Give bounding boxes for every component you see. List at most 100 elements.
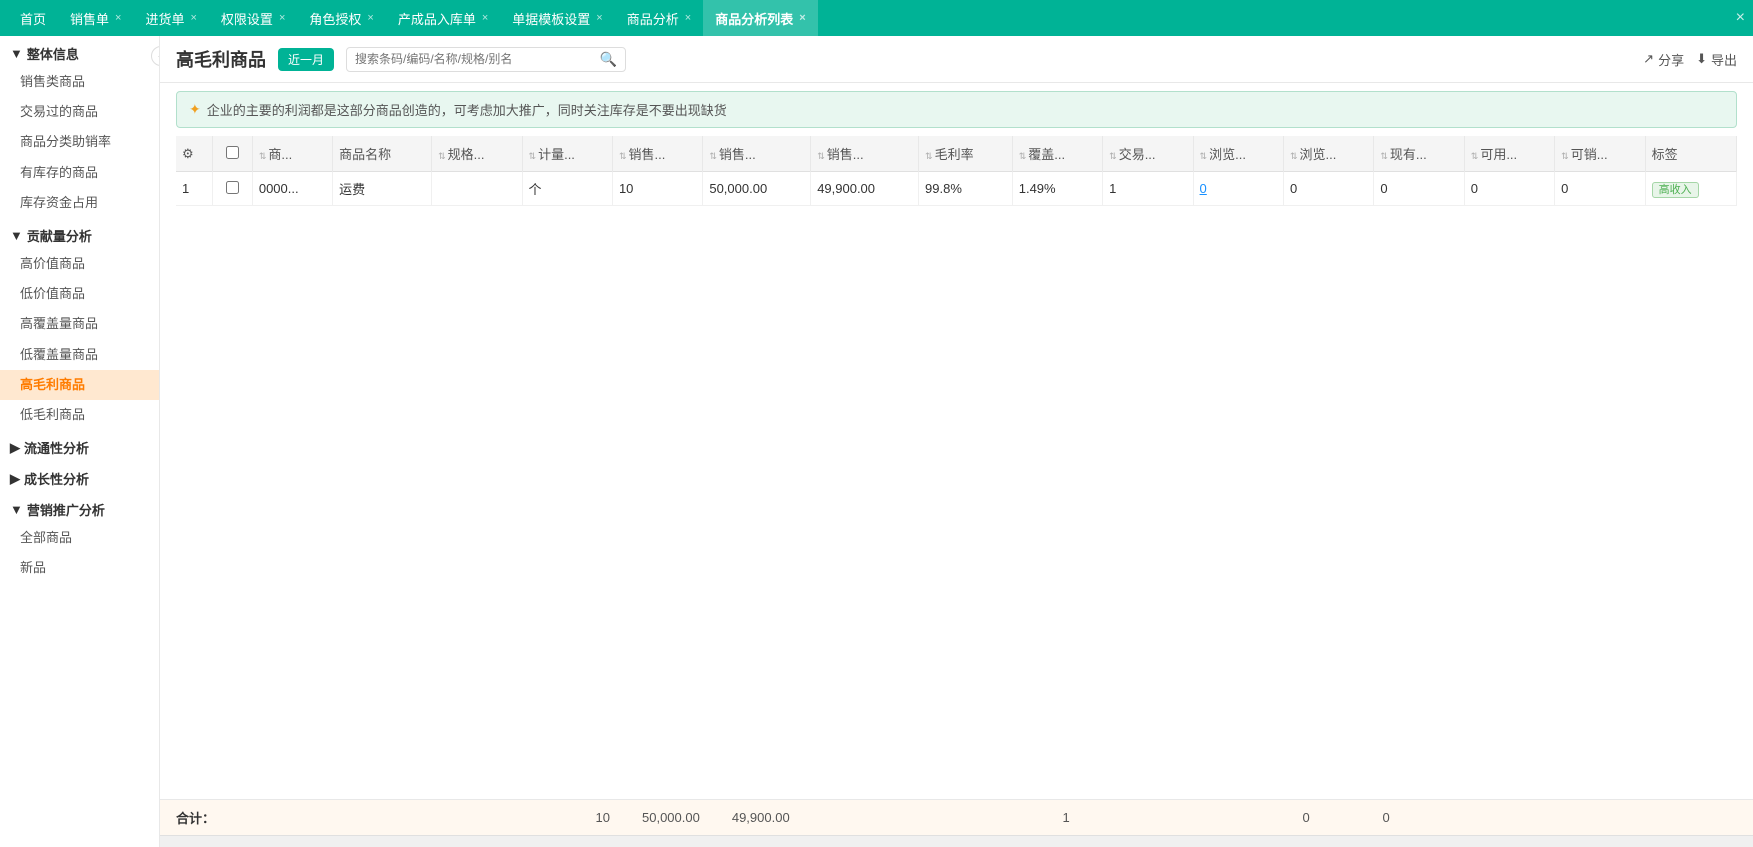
sidebar-group-contribution[interactable]: ▼ 贡献量分析: [0, 218, 159, 249]
row-unit: 个: [522, 172, 612, 206]
sidebar-item-high-value[interactable]: 高价值商品: [0, 249, 159, 279]
info-banner-text: 企业的主要的利润都是这部分商品创造的，可考虑加大推广，同时关注库存是不要出现缺货: [207, 100, 727, 119]
col-spec[interactable]: ⇅规格...: [432, 136, 522, 172]
sidebar-group-growth-label: 成长性分析: [24, 469, 89, 488]
col-view1[interactable]: ⇅浏览...: [1193, 136, 1283, 172]
tab-analysis-close[interactable]: ×: [685, 12, 691, 24]
sort-icon-unit: ⇅: [529, 151, 537, 162]
sidebar-item-new-products[interactable]: 新品: [0, 553, 159, 583]
sidebar-group-liquidity[interactable]: ▶ 流通性分析: [0, 430, 159, 461]
sidebar-group-marketing-label: 营销推广分析: [27, 500, 105, 519]
col-checkbox[interactable]: [213, 136, 253, 172]
row-sellable: 0: [1555, 172, 1645, 206]
content-header: 高毛利商品 近一月 🔍 ↗ 分享 ⬇ 导出: [160, 36, 1753, 83]
chevron-right-icon: ▶: [10, 440, 20, 456]
sidebar-item-low-value[interactable]: 低价值商品: [0, 279, 159, 309]
search-input[interactable]: [355, 52, 600, 66]
sidebar-item-in-stock-products[interactable]: 有库存的商品: [0, 158, 159, 188]
tab-inbound-close[interactable]: ×: [482, 12, 488, 24]
row-checkbox[interactable]: [226, 181, 239, 194]
col-coverage[interactable]: ⇅覆盖...: [1012, 136, 1102, 172]
sidebar-group-growth[interactable]: ▶ 成长性分析: [0, 461, 159, 492]
footer-available: 0: [1336, 810, 1396, 825]
sidebar-item-high-coverage[interactable]: 高覆盖量商品: [0, 309, 159, 339]
sidebar: « ▼ 整体信息 销售类商品 交易过的商品 商品分类助销率 有库存的商品 库存资…: [0, 36, 160, 847]
row-sales-amount: 50,000.00: [703, 172, 811, 206]
sidebar-item-high-margin[interactable]: 高毛利商品: [0, 370, 159, 400]
tab-purchase-close[interactable]: ×: [190, 12, 196, 24]
export-label: 导出: [1711, 50, 1737, 69]
sidebar-group-overall[interactable]: ▼ 整体信息: [0, 36, 159, 67]
header-actions: ↗ 分享 ⬇ 导出: [1643, 50, 1737, 69]
tab-sales-close[interactable]: ×: [115, 12, 121, 24]
tab-home[interactable]: 首页: [8, 0, 58, 36]
col-available[interactable]: ⇅可用...: [1464, 136, 1554, 172]
sort-icon-stock: ⇅: [1380, 151, 1388, 162]
row-checkbox-cell[interactable]: [213, 172, 253, 206]
table-wrapper: ⚙ ⇅商... 商品名称 ⇅规格... ⇅计量... ⇅销售... ⇅销售...…: [160, 136, 1753, 799]
sort-icon-amount: ⇅: [709, 151, 717, 162]
col-settings[interactable]: ⚙: [176, 136, 213, 172]
sort-icon-available: ⇅: [1471, 151, 1479, 162]
tab-template[interactable]: 单据模板设置 ×: [500, 0, 614, 36]
share-icon: ↗: [1643, 51, 1654, 67]
export-icon: ⬇: [1696, 51, 1707, 67]
tab-role-label: 角色授权: [309, 9, 361, 28]
col-tag[interactable]: 标签: [1645, 136, 1736, 172]
table-row: 1 0000... 运费 个 10 50,000.00 49,900.00 99…: [176, 172, 1737, 206]
col-view2[interactable]: ⇅浏览...: [1283, 136, 1373, 172]
sort-icon: ⇅: [259, 151, 267, 162]
col-gross-margin[interactable]: ⇅毛利率: [919, 136, 1013, 172]
tab-analysis[interactable]: 商品分析 ×: [615, 0, 703, 36]
content-area: 高毛利商品 近一月 🔍 ↗ 分享 ⬇ 导出 ✦ 企业的主要的利润都是这部分商品创…: [160, 36, 1753, 847]
sidebar-item-category-sales-rate[interactable]: 商品分类助销率: [0, 127, 159, 157]
close-all-tabs-button[interactable]: ×: [1736, 9, 1745, 27]
sidebar-item-stock-capital[interactable]: 库存资金占用: [0, 188, 159, 218]
tab-role-close[interactable]: ×: [367, 12, 373, 24]
sort-icon-sellable: ⇅: [1561, 151, 1569, 162]
col-current-stock[interactable]: ⇅现有...: [1374, 136, 1464, 172]
filter-recent-month-button[interactable]: 近一月: [278, 48, 334, 71]
tab-role[interactable]: 角色授权 ×: [297, 0, 385, 36]
tab-analysis-list-close[interactable]: ×: [799, 12, 805, 24]
row-view2: 0: [1283, 172, 1373, 206]
col-sellable[interactable]: ⇅可销...: [1555, 136, 1645, 172]
col-name[interactable]: 商品名称: [333, 136, 432, 172]
sort-icon-trade: ⇅: [1109, 151, 1117, 162]
row-gross-margin: 99.8%: [919, 172, 1013, 206]
col-sales-cost[interactable]: ⇅销售...: [811, 136, 919, 172]
info-banner: ✦ 企业的主要的利润都是这部分商品创造的，可考虑加大推广，同时关注库存是不要出现…: [176, 91, 1737, 128]
sidebar-item-low-coverage[interactable]: 低覆盖量商品: [0, 340, 159, 370]
col-trade[interactable]: ⇅交易...: [1103, 136, 1193, 172]
tab-permission-label: 权限设置: [221, 9, 273, 28]
share-button[interactable]: ↗ 分享: [1643, 50, 1684, 69]
tab-inbound-label: 产成品入库单: [398, 9, 476, 28]
sidebar-group-marketing[interactable]: ▼ 营销推广分析: [0, 492, 159, 523]
select-all-checkbox[interactable]: [226, 146, 239, 159]
tab-purchase[interactable]: 进货单 ×: [133, 0, 208, 36]
tab-permission-close[interactable]: ×: [279, 12, 285, 24]
row-name: 运费: [333, 172, 432, 206]
sidebar-item-low-margin[interactable]: 低毛利商品: [0, 400, 159, 430]
info-icon: ✦: [189, 101, 201, 118]
sidebar-item-all-products[interactable]: 全部商品: [0, 523, 159, 553]
tab-analysis-list[interactable]: 商品分析列表 ×: [703, 0, 817, 36]
row-current-stock: 0: [1374, 172, 1464, 206]
col-sku-code[interactable]: ⇅商...: [252, 136, 332, 172]
col-sales-qty[interactable]: ⇅销售...: [612, 136, 702, 172]
col-unit[interactable]: ⇅计量...: [522, 136, 612, 172]
row-view1[interactable]: 0: [1193, 172, 1283, 206]
horizontal-scrollbar[interactable]: [160, 835, 1753, 847]
sidebar-item-traded-products[interactable]: 交易过的商品: [0, 97, 159, 127]
sidebar-item-sales-products[interactable]: 销售类商品: [0, 67, 159, 97]
tab-sales[interactable]: 销售单 ×: [58, 0, 133, 36]
export-button[interactable]: ⬇ 导出: [1696, 50, 1737, 69]
tab-template-close[interactable]: ×: [596, 12, 602, 24]
sort-icon-view2: ⇅: [1290, 151, 1298, 162]
row-sku-code: 0000...: [252, 172, 332, 206]
col-sales-amount[interactable]: ⇅销售...: [703, 136, 811, 172]
tab-analysis-label: 商品分析: [627, 9, 679, 28]
tab-permission[interactable]: 权限设置 ×: [209, 0, 297, 36]
tab-inbound[interactable]: 产成品入库单 ×: [386, 0, 500, 36]
row-sales-qty: 10: [612, 172, 702, 206]
